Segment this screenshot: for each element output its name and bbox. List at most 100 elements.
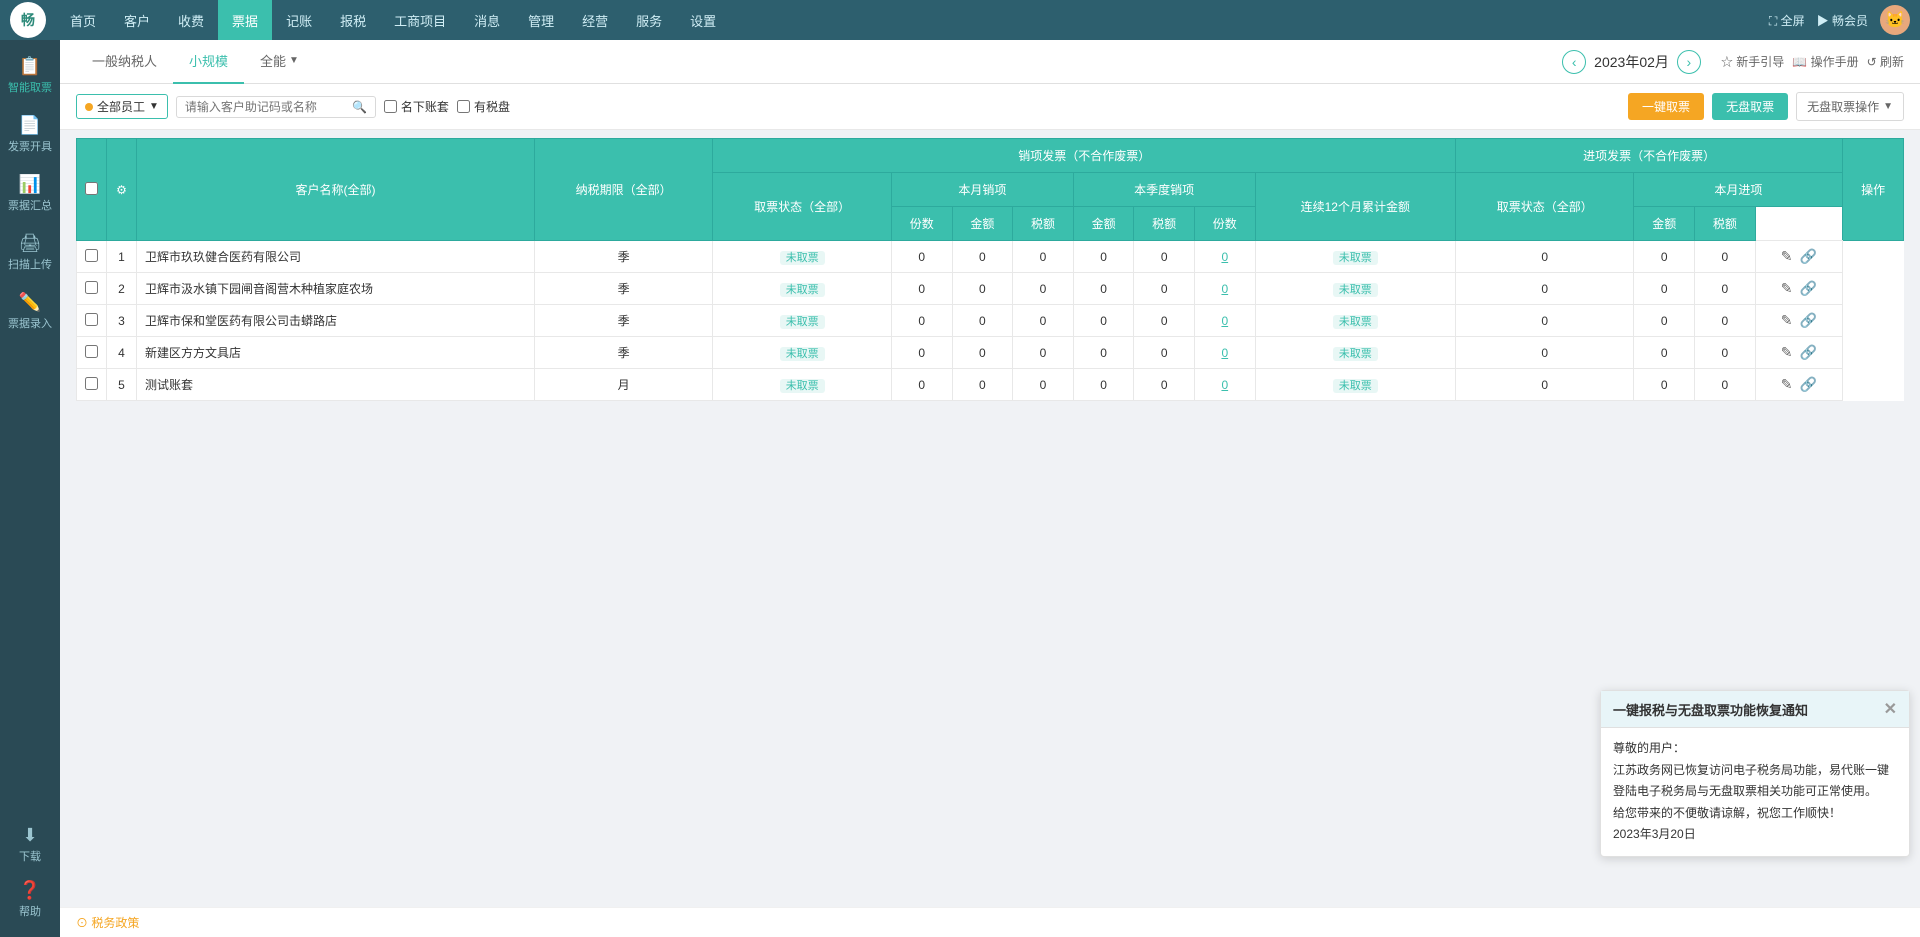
row-xiao-status: 未取票 bbox=[713, 369, 892, 401]
edit-icon[interactable]: ✎ bbox=[1781, 344, 1793, 360]
th-season-tax: 税额 bbox=[1134, 207, 1195, 241]
row-checkbox[interactable] bbox=[77, 369, 107, 401]
th-checkbox bbox=[77, 139, 107, 241]
no-disk-fetch-btn[interactable]: 无盘取票 bbox=[1712, 93, 1788, 120]
nav-message[interactable]: 消息 bbox=[460, 0, 514, 40]
row-xiao-amount: 0 bbox=[952, 369, 1013, 401]
one-key-fetch-btn[interactable]: 一键取票 bbox=[1628, 93, 1704, 120]
ops-chevron-icon: ▼ bbox=[1883, 101, 1893, 112]
sidebar-label-smart-fetch: 智能取票 bbox=[8, 79, 52, 95]
nav-customer[interactable]: 客户 bbox=[110, 0, 164, 40]
view-icon[interactable]: 🔗 bbox=[1800, 312, 1817, 328]
employee-label: 全部员工 bbox=[97, 98, 145, 115]
nav-operation[interactable]: 经营 bbox=[568, 0, 622, 40]
row-checkbox[interactable] bbox=[77, 241, 107, 273]
select-all-checkbox[interactable] bbox=[85, 182, 98, 195]
tab-small-scale[interactable]: 小规模 bbox=[173, 40, 244, 84]
row-season-tax: 0 bbox=[1134, 337, 1195, 369]
notification-close-btn[interactable]: ✕ bbox=[1884, 699, 1897, 719]
edit-icon[interactable]: ✎ bbox=[1781, 248, 1793, 264]
search-input[interactable] bbox=[185, 100, 348, 114]
table-row: 4 新建区方方文具店 季 未取票 0 0 0 0 0 0 未取票 0 0 0 ✎… bbox=[77, 337, 1904, 369]
row-season-tax: 0 bbox=[1134, 369, 1195, 401]
tab-general-taxpayer[interactable]: 一般纳税人 bbox=[76, 40, 173, 84]
th-jin-amount: 金额 bbox=[1634, 207, 1695, 241]
th-xiao-share: 份数 bbox=[891, 207, 952, 241]
row-checkbox[interactable] bbox=[77, 273, 107, 305]
row-consecutive[interactable]: 0 bbox=[1194, 241, 1255, 273]
search-icon[interactable]: 🔍 bbox=[352, 100, 367, 114]
row-consecutive[interactable]: 0 bbox=[1194, 337, 1255, 369]
edit-icon[interactable]: ✎ bbox=[1781, 312, 1793, 328]
nav-accounting[interactable]: 记账 bbox=[272, 0, 326, 40]
sidebar-item-help[interactable]: ❓ 帮助 bbox=[15, 872, 45, 927]
refresh-btn[interactable]: ↺ 刷新 bbox=[1867, 53, 1904, 70]
row-consecutive[interactable]: 0 bbox=[1194, 369, 1255, 401]
row-season-amount: 0 bbox=[1073, 305, 1134, 337]
row-season-amount: 0 bbox=[1073, 273, 1134, 305]
no-disk-ops-btn[interactable]: 无盘取票操作 ▼ bbox=[1796, 92, 1904, 121]
nav-settings[interactable]: 设置 bbox=[676, 0, 730, 40]
nav-right: ⛶ 全屏 ▶ 畅会员 🐱 bbox=[1769, 5, 1910, 35]
search-box: 🔍 bbox=[176, 96, 376, 118]
row-actions: ✎ 🔗 bbox=[1755, 305, 1843, 337]
notification-header: 一键报税与无盘取票功能恢复通知 ✕ bbox=[1601, 691, 1909, 728]
row-num: 3 bbox=[107, 305, 137, 337]
view-icon[interactable]: 🔗 bbox=[1800, 376, 1817, 392]
period-next-btn[interactable]: › bbox=[1677, 50, 1701, 74]
new-guide-btn[interactable]: ☆ 新手引导 bbox=[1721, 53, 1784, 70]
row-checkbox[interactable] bbox=[77, 305, 107, 337]
view-icon[interactable]: 🔗 bbox=[1800, 280, 1817, 296]
sidebar-item-download[interactable]: ⬇ 下载 bbox=[15, 817, 45, 872]
row-jin-status: 未取票 bbox=[1255, 305, 1455, 337]
notification-scroll[interactable]: 尊敬的用户：江苏政务网已恢复访问电子税务局功能，易代账一键登陆电子税务局与无盘取… bbox=[1601, 728, 1909, 856]
nav-tax[interactable]: 报税 bbox=[326, 0, 380, 40]
tab-all[interactable]: 全能 ▼ bbox=[244, 40, 315, 84]
row-checkbox[interactable] bbox=[77, 337, 107, 369]
sidebar-label-invoice-open: 发票开具 bbox=[8, 138, 52, 154]
table-row: 5 测试账套 月 未取票 0 0 0 0 0 0 未取票 0 0 0 ✎ 🔗 bbox=[77, 369, 1904, 401]
row-jin-status: 未取票 bbox=[1255, 241, 1455, 273]
th-this-season-xiao: 本季度销项 bbox=[1073, 173, 1255, 207]
checkbox-account-input[interactable] bbox=[384, 100, 397, 113]
invoice-summary-icon: 📊 bbox=[19, 174, 41, 195]
view-icon[interactable]: 🔗 bbox=[1800, 344, 1817, 360]
th-xiao-status[interactable]: 取票状态（全部） bbox=[713, 173, 892, 241]
sidebar-item-smart-fetch[interactable]: 📋 智能取票 bbox=[0, 48, 60, 103]
sidebar-bottom: ⬇ 下载 ❓ 帮助 bbox=[15, 817, 45, 937]
nav-home[interactable]: 首页 bbox=[56, 0, 110, 40]
row-name: 卫辉市保和堂医药有限公司击蟒路店 bbox=[137, 305, 535, 337]
vip-btn[interactable]: ▶ 畅会员 bbox=[1817, 12, 1868, 29]
sidebar-item-invoice-entry[interactable]: ✏️ 票据录入 bbox=[0, 284, 60, 339]
checkbox-taxdisk-input[interactable] bbox=[457, 100, 470, 113]
row-name: 测试账套 bbox=[137, 369, 535, 401]
row-period: 季 bbox=[534, 305, 713, 337]
manual-btn[interactable]: 📖 操作手册 bbox=[1792, 53, 1858, 70]
nav-business[interactable]: 工商项目 bbox=[380, 0, 460, 40]
row-consecutive[interactable]: 0 bbox=[1194, 273, 1255, 305]
th-jin-share: 份数 bbox=[1194, 207, 1255, 241]
edit-icon[interactable]: ✎ bbox=[1781, 376, 1793, 392]
edit-icon[interactable]: ✎ bbox=[1781, 280, 1793, 296]
notification-title: 一键报税与无盘取票功能恢复通知 bbox=[1613, 700, 1808, 719]
fullscreen-btn[interactable]: ⛶ 全屏 bbox=[1769, 12, 1805, 29]
nav-manage[interactable]: 管理 bbox=[514, 0, 568, 40]
avatar[interactable]: 🐱 bbox=[1880, 5, 1910, 35]
employee-select[interactable]: 全部员工 ▼ bbox=[76, 94, 168, 119]
view-icon[interactable]: 🔗 bbox=[1800, 248, 1817, 264]
sidebar-item-invoice-summary[interactable]: 📊 票据汇总 bbox=[0, 166, 60, 221]
nav-service[interactable]: 服务 bbox=[622, 0, 676, 40]
sidebar-item-invoice-open[interactable]: 📄 发票开具 bbox=[0, 107, 60, 162]
period-prev-btn[interactable]: ‹ bbox=[1562, 50, 1586, 74]
nav-fee[interactable]: 收费 bbox=[164, 0, 218, 40]
checkbox-account[interactable]: 名下账套 bbox=[384, 98, 449, 115]
th-settings[interactable]: ⚙ bbox=[107, 139, 137, 241]
row-actions: ✎ 🔗 bbox=[1755, 337, 1843, 369]
row-num: 5 bbox=[107, 369, 137, 401]
nav-invoice[interactable]: 票据 bbox=[218, 0, 272, 40]
row-jin-share: 0 bbox=[1455, 241, 1634, 273]
th-jin-status[interactable]: 取票状态（全部） bbox=[1455, 173, 1634, 241]
row-consecutive[interactable]: 0 bbox=[1194, 305, 1255, 337]
sidebar-item-scan-upload[interactable]: 🖨 扫描上传 bbox=[0, 225, 60, 280]
checkbox-taxdisk[interactable]: 有税盘 bbox=[457, 98, 510, 115]
